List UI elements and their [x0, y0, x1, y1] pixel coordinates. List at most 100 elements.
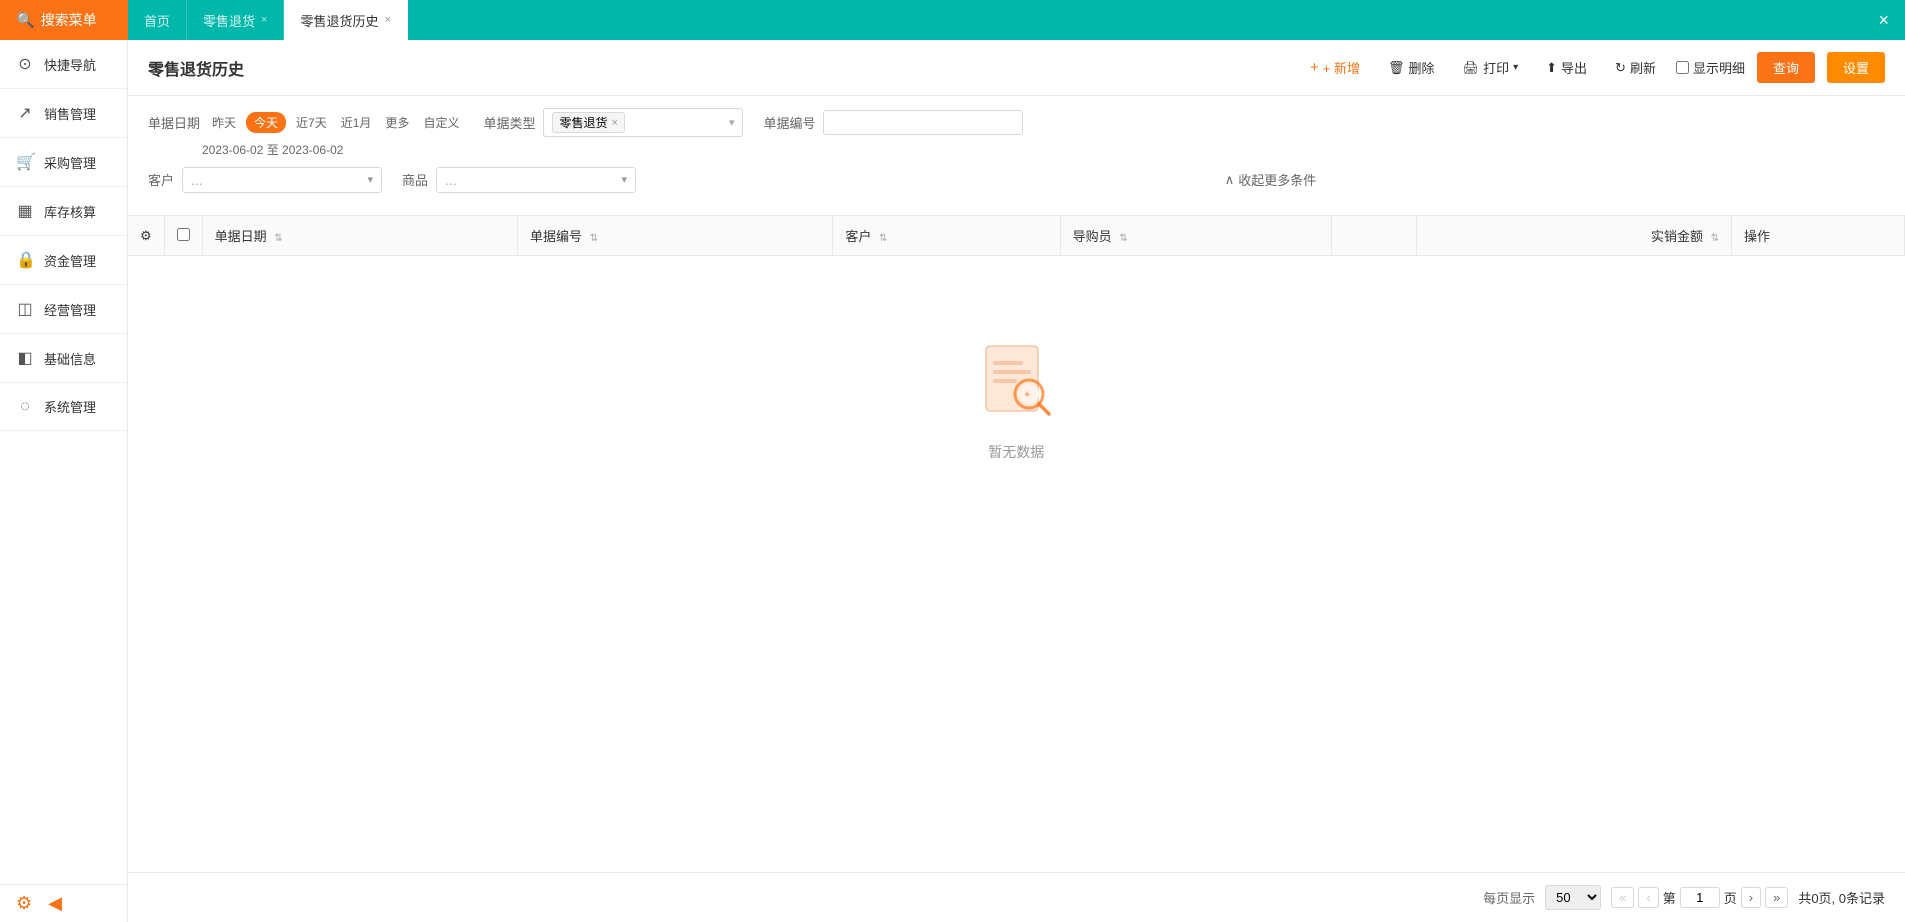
th-bill-date-label: 单据日期 [215, 229, 267, 244]
tab-retail-return[interactable]: 零售退货 × [187, 0, 284, 40]
th-bill-date[interactable]: 单据日期 ⇅ [202, 216, 517, 256]
per-page-label: 每页显示 [1483, 888, 1535, 907]
search-menu[interactable]: 🔍 搜索菜单 [0, 0, 128, 40]
goods-input[interactable]: ... ▾ [436, 167, 636, 193]
sidebar-bottom: ⚙ ◀ [0, 884, 127, 922]
next-page-button[interactable]: › [1741, 887, 1761, 908]
tab-retail-return-label: 零售退货 [203, 11, 255, 30]
filter-area: 单据日期 昨天 今天 近7天 近1月 更多 自定义 单据类型 [128, 96, 1905, 216]
shortcut-1month[interactable]: 近1月 [337, 113, 376, 132]
bill-type-arrow: ▾ [729, 116, 735, 129]
shortcut-7days[interactable]: 近7天 [292, 113, 331, 132]
shortcut-yesterday[interactable]: 昨天 [208, 113, 240, 132]
sidebar-label-inventory: 库存核算 [44, 202, 96, 221]
bill-type-input[interactable]: 零售退货 × ▾ [543, 108, 743, 137]
bill-no-label: 单据编号 [763, 113, 815, 132]
bill-no-sort-icon: ⇅ [590, 233, 598, 244]
per-page-select[interactable]: 10 20 50 100 [1545, 885, 1601, 910]
new-button[interactable]: + + 新增 [1302, 54, 1368, 81]
export-icon: ⬆ [1546, 60, 1557, 76]
customer-input[interactable]: ... ▾ [182, 167, 382, 193]
th-customer[interactable]: 客户 ⇅ [833, 216, 1060, 256]
goods-placeholder: ... [445, 172, 457, 188]
topbar: 🔍 搜索菜单 首页 零售退货 × 零售退货历史 × × [0, 0, 1905, 40]
main-layout: ⊙ 快捷导航 ↗ 销售管理 🛒 采购管理 ▦ 库存核算 🔒 资金管理 ◫ 经营管… [0, 40, 1905, 922]
tab-retail-return-close[interactable]: × [261, 14, 267, 26]
th-guide[interactable]: 导购员 ⇅ [1060, 216, 1331, 256]
th-settings[interactable]: ⚙ [128, 216, 164, 256]
print-arrow-icon: ▾ [1513, 62, 1518, 73]
delete-button[interactable]: 🗑 删除 [1380, 54, 1443, 81]
delete-icon: 🗑 [1388, 60, 1405, 76]
shortcut-today[interactable]: 今天 [246, 112, 286, 133]
th-bill-no-label: 单据编号 [530, 229, 582, 244]
prev-page-button[interactable]: ‹ [1638, 887, 1658, 908]
content-area: 零售退货历史 + + 新增 🗑 删除 🖨 打印 ▾ ⬆ 导出 [128, 40, 1905, 922]
th-actual-amount[interactable]: 实销金额 ⇅ [1416, 216, 1731, 256]
sidebar-item-inventory[interactable]: ▦ 库存核算 [0, 187, 127, 236]
th-operation-label: 操作 [1744, 229, 1770, 244]
shortcut-custom[interactable]: 自定义 [419, 113, 463, 132]
first-page-button[interactable]: « [1611, 887, 1634, 908]
refresh-icon: ↻ [1615, 60, 1626, 76]
bill-no-filter-group: 单据编号 [763, 110, 1023, 135]
customer-placeholder: ... [191, 172, 203, 188]
show-detail-checkbox[interactable] [1676, 61, 1689, 74]
bill-type-tag-text: 零售退货 [559, 114, 607, 131]
date-range-text: 2023-06-02 至 2023-06-02 [202, 143, 343, 157]
collapse-arrow-icon: ∧ [1225, 172, 1235, 188]
sidebar-label-quick-nav: 快捷导航 [44, 55, 96, 74]
page-input[interactable] [1680, 887, 1720, 908]
sidebar-item-purchase-mgmt[interactable]: 🛒 采购管理 [0, 138, 127, 187]
system-icon: ◌ [16, 398, 34, 416]
refresh-button[interactable]: ↻ 刷新 [1607, 54, 1664, 81]
th-operation: 操作 [1731, 216, 1904, 256]
data-table: ⚙ 单据日期 ⇅ 单据编号 ⇅ [128, 216, 1905, 542]
show-detail-toggle[interactable]: 显示明细 [1676, 58, 1745, 77]
tab-home-label: 首页 [144, 11, 170, 30]
search-icon: 🔍 [16, 11, 35, 29]
sidebar-label-operations-mgmt: 经营管理 [44, 300, 96, 319]
sidebar-item-operations-mgmt[interactable]: ◫ 经营管理 [0, 285, 127, 334]
tab-retail-return-history[interactable]: 零售退货历史 × [284, 0, 407, 40]
column-settings-icon[interactable]: ⚙ [140, 228, 152, 243]
empty-state-text: 暂无数据 [988, 442, 1044, 462]
empty-state: ✦ 暂无数据 [128, 256, 1905, 542]
sidebar: ⊙ 快捷导航 ↗ 销售管理 🛒 采购管理 ▦ 库存核算 🔒 资金管理 ◫ 经营管… [0, 40, 128, 922]
sidebar-item-quick-nav[interactable]: ⊙ 快捷导航 [0, 40, 127, 89]
bill-type-tag: 零售退货 × [552, 112, 624, 133]
th-actual-amount-label: 实销金额 [1651, 229, 1703, 244]
operations-icon: ◫ [16, 299, 34, 319]
print-button[interactable]: 🖨 打印 ▾ [1455, 54, 1527, 81]
sidebar-item-basic-info[interactable]: ◧ 基础信息 [0, 334, 127, 383]
settings-button[interactable]: 设置 [1827, 52, 1885, 83]
bill-no-input[interactable] [823, 110, 1023, 135]
customer-label: 客户 [148, 170, 174, 189]
header-actions: + + 新增 🗑 删除 🖨 打印 ▾ ⬆ 导出 ↻ [1302, 52, 1885, 83]
bill-type-tag-remove[interactable]: × [611, 117, 617, 129]
sidebar-item-finance-mgmt[interactable]: 🔒 资金管理 [0, 236, 127, 285]
shortcut-more[interactable]: 更多 [381, 113, 413, 132]
tab-retail-return-history-close[interactable]: × [384, 14, 390, 26]
purchase-icon: 🛒 [16, 152, 34, 172]
th-bill-no[interactable]: 单据编号 ⇅ [518, 216, 833, 256]
select-all-checkbox[interactable] [177, 228, 190, 241]
export-button[interactable]: ⬆ 导出 [1538, 54, 1595, 81]
guide-sort-icon: ⇅ [1119, 233, 1127, 244]
volume-icon[interactable]: ◀ [48, 893, 62, 914]
sidebar-label-basic-info: 基础信息 [44, 349, 96, 368]
th-customer-label: 客户 [845, 229, 871, 244]
sidebar-item-sales-mgmt[interactable]: ↗ 销售管理 [0, 89, 127, 138]
topbar-close-button[interactable]: × [1878, 10, 1905, 31]
actual-amount-sort-icon: ⇅ [1711, 233, 1719, 244]
filter-row-1: 单据日期 昨天 今天 近7天 近1月 更多 自定义 单据类型 [148, 108, 1885, 137]
collapse-button[interactable]: ∧ 收起更多条件 [1213, 166, 1329, 193]
tab-home[interactable]: 首页 [128, 0, 187, 40]
query-button[interactable]: 查询 [1757, 52, 1815, 83]
last-page-button[interactable]: » [1765, 887, 1788, 908]
goods-filter-group: 商品 ... ▾ [402, 167, 636, 193]
sidebar-item-system-mgmt[interactable]: ◌ 系统管理 [0, 383, 127, 431]
date-filter-label: 单据日期 [148, 113, 200, 132]
table-container: ⚙ 单据日期 ⇅ 单据编号 ⇅ [128, 216, 1905, 872]
settings-bottom-icon[interactable]: ⚙ [16, 893, 32, 914]
